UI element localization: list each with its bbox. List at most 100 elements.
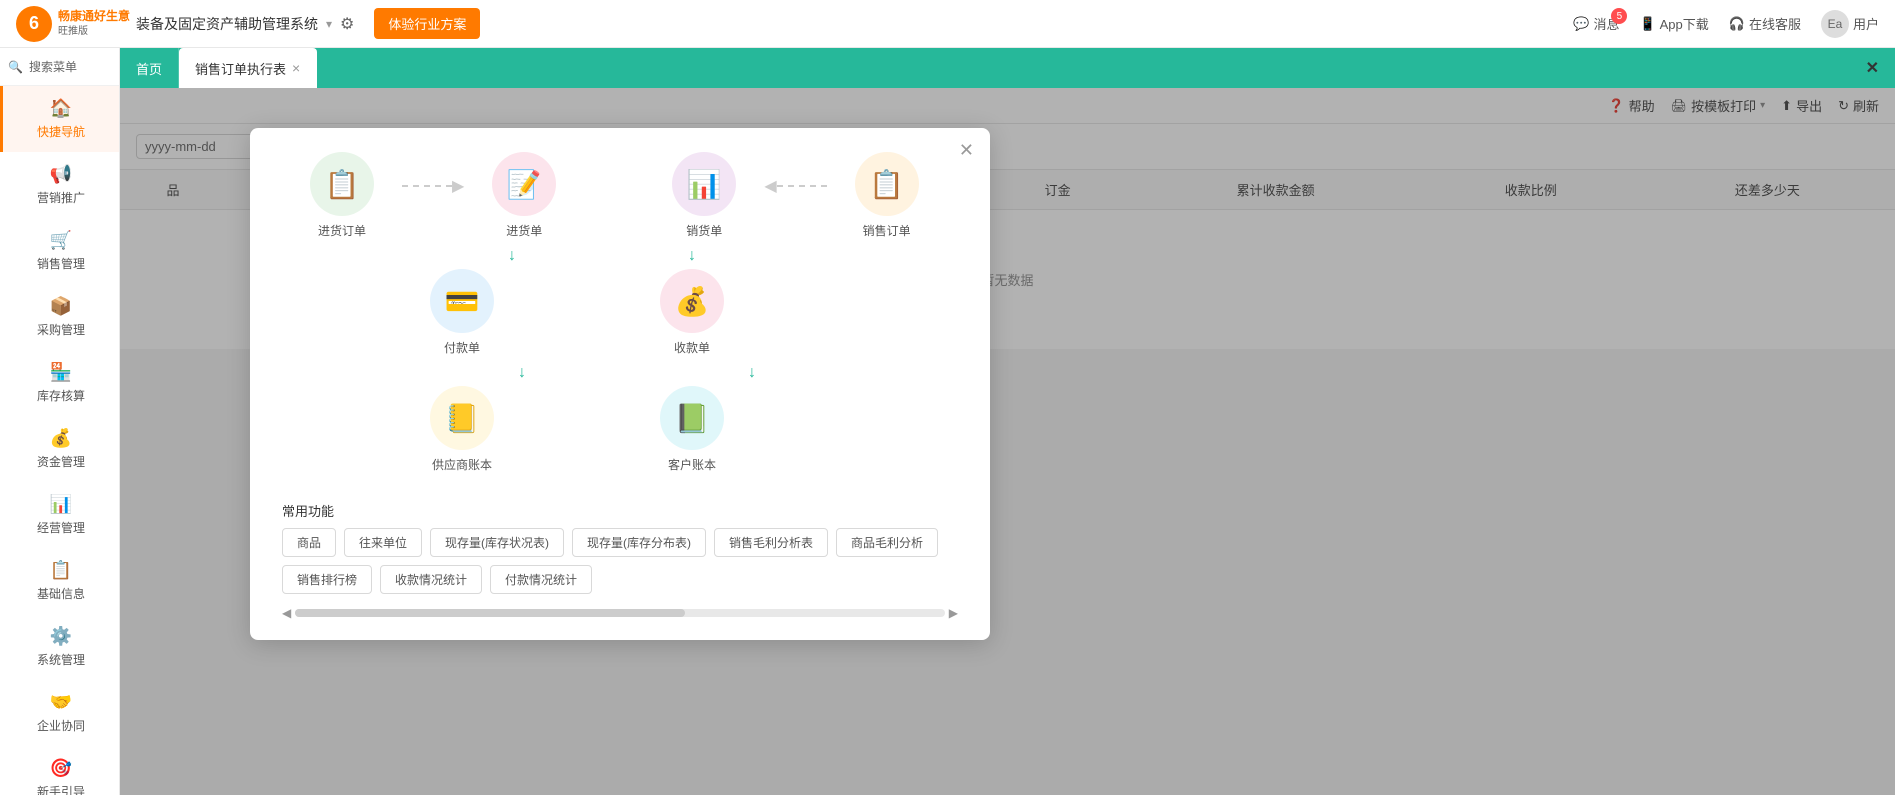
- purchase-order-label: 进货订单: [318, 222, 366, 239]
- modal-scrollbar: ◀ ▶: [282, 606, 958, 620]
- sidebar-item-new-guide[interactable]: 🎯 新手引导: [0, 746, 119, 795]
- payment-circle: 💳: [430, 269, 494, 333]
- sidebar-item-quick-nav[interactable]: 🏠 快捷导航: [0, 86, 119, 152]
- receipt-circle: 💰: [660, 269, 724, 333]
- sidebar-item-sales[interactable]: 🛒 销售管理: [0, 218, 119, 284]
- func-buttons-row2: 销售排行榜 收款情况统计 付款情况统计: [282, 565, 958, 594]
- flow-row-arrows2: ↓ ↓: [282, 364, 958, 386]
- avatar: Ea: [1821, 10, 1849, 38]
- func-btn-stock-status[interactable]: 现存量(库存状况表): [430, 528, 564, 557]
- customer-ledger-icon: 📗: [675, 402, 710, 435]
- tab-close-icon[interactable]: ×: [292, 60, 300, 76]
- flow-row-2: 💳 付款单 💰: [402, 269, 958, 356]
- arrow-down-sales: ↓: [632, 247, 752, 265]
- arrow-1: ▶: [402, 176, 464, 196]
- purchase-icon: 📦: [50, 296, 72, 317]
- scroll-right-arrow[interactable]: ▶: [949, 606, 958, 620]
- marketing-icon: 📢: [50, 164, 72, 185]
- empty2: [572, 247, 632, 269]
- service-icon: 🎧: [1729, 16, 1745, 32]
- arrow-2: ◀: [764, 176, 826, 196]
- receipt-label: 收款单: [674, 339, 710, 356]
- customer-ledger-label: 客户账本: [668, 456, 716, 473]
- enterprise-icon: 🤝: [50, 692, 72, 713]
- tab-home[interactable]: 首页: [120, 48, 179, 88]
- sidebar-item-basic-info[interactable]: 📋 基础信息: [0, 548, 119, 614]
- flow-node-receipt[interactable]: 💰 收款单: [632, 269, 752, 356]
- func-btn-goods[interactable]: 商品: [282, 528, 336, 557]
- sales-order-icon: 📋: [869, 168, 904, 201]
- tab-bar: 首页 销售订单执行表 × ✕: [120, 48, 1895, 88]
- empty3: [282, 364, 462, 386]
- flow-node-customer-ledger[interactable]: 📗 客户账本: [632, 386, 752, 473]
- sidebar-item-operations[interactable]: 📊 经营管理: [0, 482, 119, 548]
- empty4: [582, 364, 692, 386]
- customer-ledger-circle: 📗: [660, 386, 724, 450]
- supplier-ledger-icon: 📒: [445, 402, 480, 435]
- sales-bill-label: 销货单: [686, 222, 722, 239]
- purchase-order-circle: 📋: [310, 152, 374, 216]
- logo-text: 畅康通好生意 旺推版: [58, 9, 130, 38]
- search-icon: 🔍: [8, 60, 23, 74]
- receipt-icon: 💰: [675, 285, 710, 318]
- app-download-item[interactable]: 📱 App下载: [1639, 14, 1708, 33]
- payment-label: 付款单: [444, 339, 480, 356]
- sidebar-item-inventory[interactable]: 🏪 库存核算: [0, 350, 119, 416]
- operations-icon: 📊: [50, 494, 72, 515]
- common-func-section: 常用功能 商品 往来单位 现存量(库存状况表) 现存量(库存分布表) 销售毛利分…: [282, 501, 958, 594]
- sidebar-item-purchase[interactable]: 📦 采购管理: [0, 284, 119, 350]
- arrow-down-receipt: ↓: [692, 364, 812, 382]
- func-btn-counterparty[interactable]: 往来单位: [344, 528, 422, 557]
- func-buttons: 商品 往来单位 现存量(库存状况表) 现存量(库存分布表) 销售毛利分析表 商品…: [282, 528, 958, 557]
- payment-icon: 💳: [445, 285, 480, 318]
- arrow-down-payment: ↓: [462, 364, 582, 382]
- func-btn-sales-rank[interactable]: 销售排行榜: [282, 565, 372, 594]
- header-right: 💬 5 消息 📱 App下载 🎧 在线客服 Ea 用户: [1573, 10, 1879, 38]
- func-btn-payment-stat[interactable]: 付款情况统计: [490, 565, 592, 594]
- quick-nav-icon: 🏠: [50, 98, 72, 119]
- sales-bill-circle: 📊: [672, 152, 736, 216]
- sales-bill-icon: 📊: [687, 168, 722, 201]
- supplier-ledger-circle: 📒: [430, 386, 494, 450]
- content-area: 首页 销售订单执行表 × ✕ ❓ 帮助 🖨 按模板打印 ▾: [120, 48, 1895, 795]
- sales-order-circle: 📋: [855, 152, 919, 216]
- sales-icon: 🛒: [50, 230, 72, 251]
- main-layout: 🔍 搜索菜单 🏠 快捷导航 📢 营销推广 🛒 销售管理 📦 采购管理 🏪 库存核…: [0, 48, 1895, 795]
- flow-node-sales-bill[interactable]: 📊 销货单: [644, 152, 764, 239]
- flow-node-purchase-bill[interactable]: 📝 进货单: [464, 152, 584, 239]
- flow-node-supplier-ledger[interactable]: 📒 供应商账本: [402, 386, 522, 473]
- tab-bar-close-icon[interactable]: ✕: [1866, 58, 1895, 78]
- sidebar-search[interactable]: 🔍 搜索菜单: [0, 48, 119, 86]
- system-dropdown-arrow[interactable]: ▾: [326, 17, 332, 31]
- sidebar-item-finance[interactable]: 💰 资金管理: [0, 416, 119, 482]
- func-btn-stock-dist[interactable]: 现存量(库存分布表): [572, 528, 706, 557]
- trial-button[interactable]: 体验行业方案: [374, 8, 480, 39]
- sidebar: 🔍 搜索菜单 🏠 快捷导航 📢 营销推广 🛒 销售管理 📦 采购管理 🏪 库存核…: [0, 48, 120, 795]
- scroll-track: [295, 609, 945, 617]
- flow-row-3: 📒 供应商账本 📗: [402, 386, 958, 473]
- purchase-bill-label: 进货单: [506, 222, 542, 239]
- sidebar-item-system[interactable]: ⚙️ 系统管理: [0, 614, 119, 680]
- settings-icon[interactable]: ⚙: [340, 14, 354, 34]
- purchase-bill-icon: 📝: [507, 168, 542, 201]
- logo-icon: 6: [16, 6, 52, 42]
- modal-close-btn[interactable]: ✕: [959, 140, 974, 161]
- flow-node-sales-order[interactable]: 📋 销售订单: [827, 152, 947, 239]
- user-item[interactable]: Ea 用户: [1821, 10, 1879, 38]
- sidebar-item-enterprise[interactable]: 🤝 企业协同: [0, 680, 119, 746]
- scroll-thumb: [295, 609, 685, 617]
- func-btn-goods-margin[interactable]: 商品毛利分析: [836, 528, 938, 557]
- logo-area: 6 畅康通好生意 旺推版: [16, 6, 136, 42]
- message-item[interactable]: 💬 5 消息: [1573, 14, 1619, 33]
- func-btn-sales-margin[interactable]: 销售毛利分析表: [714, 528, 828, 557]
- flow-node-payment[interactable]: 💳 付款单: [402, 269, 522, 356]
- modal-overlay: ✕ 📋 进货订单: [120, 88, 1895, 795]
- supplier-ledger-label: 供应商账本: [432, 456, 492, 473]
- scroll-left-arrow[interactable]: ◀: [282, 606, 291, 620]
- func-btn-receipt-stat[interactable]: 收款情况统计: [380, 565, 482, 594]
- flow-node-purchase-order[interactable]: 📋 进货订单: [282, 152, 402, 239]
- online-service-item[interactable]: 🎧 在线客服: [1729, 14, 1801, 33]
- tab-sales-order[interactable]: 销售订单执行表 ×: [179, 48, 317, 88]
- page-content: ❓ 帮助 🖨 按模板打印 ▾ ⬆ 导出 ↻ 刷新: [120, 88, 1895, 795]
- sidebar-item-marketing[interactable]: 📢 营销推广: [0, 152, 119, 218]
